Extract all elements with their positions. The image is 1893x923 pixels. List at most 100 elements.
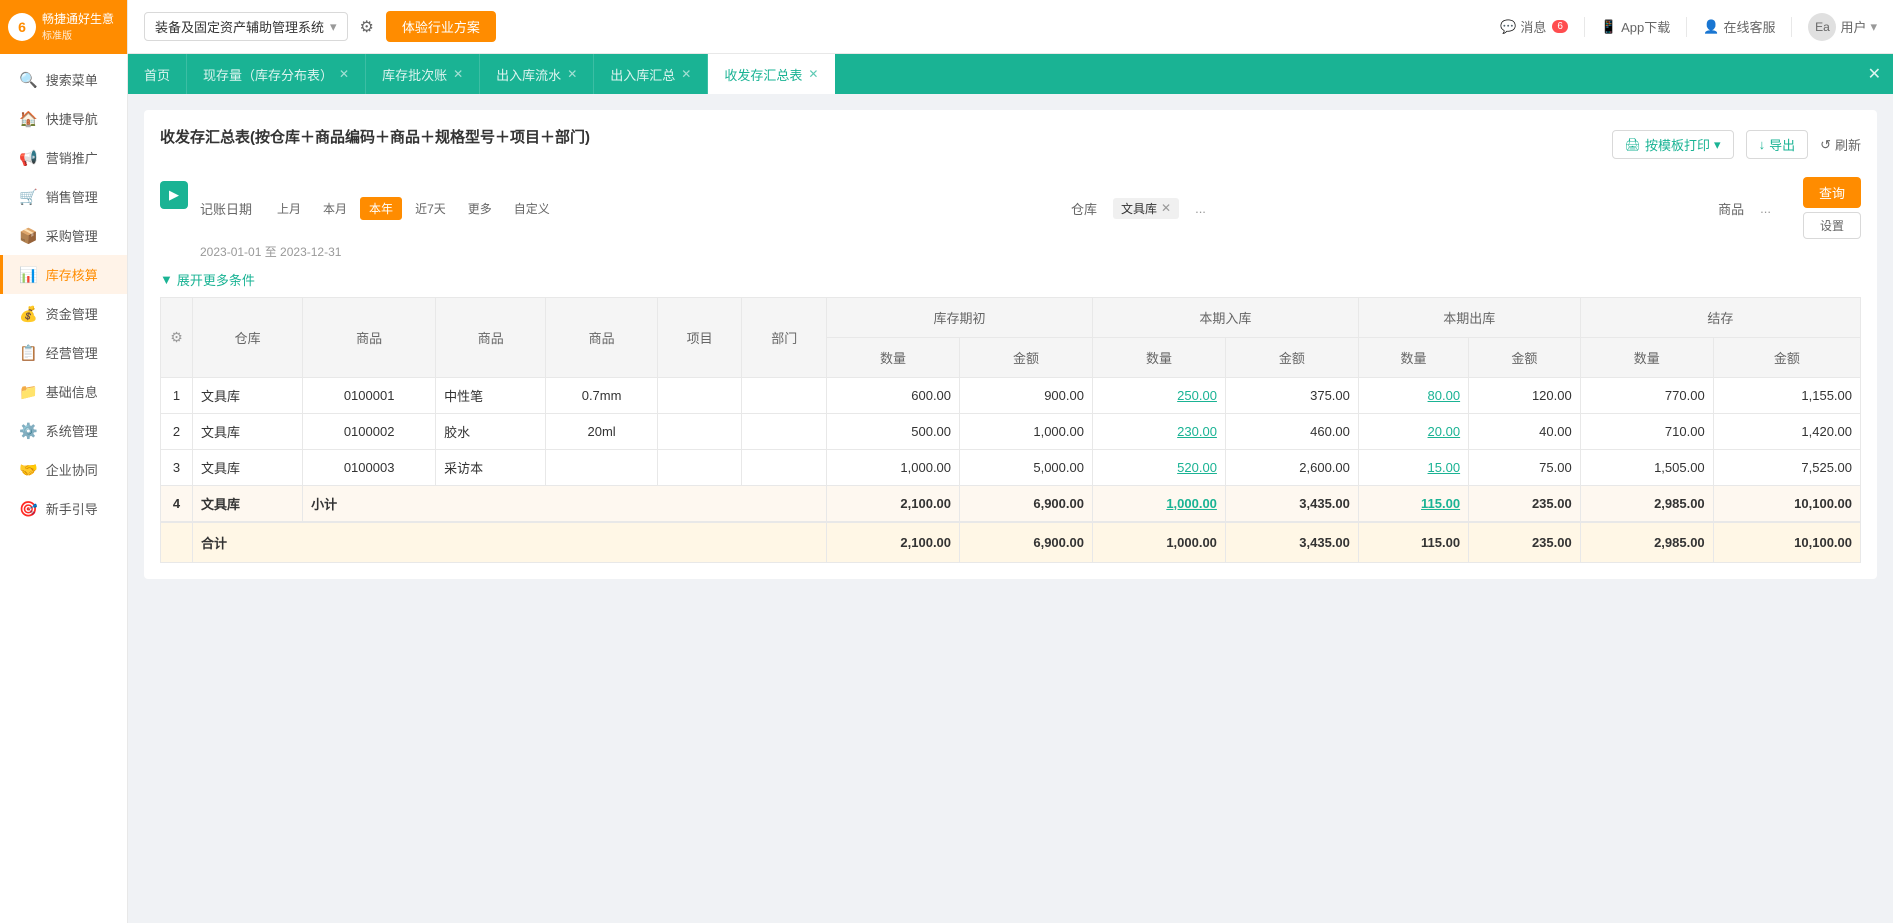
sidebar-item-search[interactable]: 🔍 搜索菜单 <box>0 60 127 99</box>
cell-in-qty[interactable]: 250.00 <box>1092 378 1225 414</box>
setting-btn[interactable]: 设置 <box>1803 212 1861 239</box>
cell-in-qty[interactable]: 230.00 <box>1092 414 1225 450</box>
export-btn[interactable]: ↓ 导出 <box>1746 130 1809 159</box>
guide-icon: 🎯 <box>19 500 38 518</box>
sidebar-item-inventory[interactable]: 📊 库存核算 <box>0 255 127 294</box>
tab-batch-account-label: 库存批次账 <box>382 65 447 84</box>
sidebar-item-purchase[interactable]: 📦 采购管理 <box>0 216 127 255</box>
cell-balance-qty: 770.00 <box>1580 378 1713 414</box>
refresh-btn[interactable]: ↺ 刷新 <box>1820 135 1861 154</box>
th-out-amt: 金额 <box>1469 338 1581 378</box>
filter-toggle-btn[interactable]: ▶ <box>160 181 188 209</box>
sub-opening-amt: 6,900.00 <box>960 486 1093 523</box>
page-content: 收发存汇总表(按仓库＋商品编码＋商品＋规格型号＋项目＋部门) 🖨 按模板打印 ▾… <box>128 94 1893 923</box>
warehouse-tag-close[interactable]: ✕ <box>1161 201 1171 215</box>
sidebar-item-label: 搜索菜单 <box>46 70 98 89</box>
total-serial <box>161 522 193 563</box>
tabs-close-all[interactable]: ✕ <box>1856 64 1893 84</box>
date-label: 记账日期 <box>200 199 252 218</box>
app-download-btn[interactable]: 📱 App下载 <box>1601 17 1670 36</box>
date-btn-this-month[interactable]: 本月 <box>314 197 356 220</box>
cell-name: 中性笔 <box>436 378 546 414</box>
tab-home-label: 首页 <box>144 65 170 84</box>
th-opening-qty: 数量 <box>827 338 960 378</box>
query-btn[interactable]: 查询 <box>1803 177 1861 208</box>
tab-batch-account-close[interactable]: ✕ <box>453 67 463 81</box>
finance-icon: 💰 <box>19 305 38 323</box>
sidebar-item-label: 企业协同 <box>46 460 98 479</box>
tab-receive-summary[interactable]: 收发存汇总表 ✕ <box>708 54 835 94</box>
sidebar-item-system[interactable]: ⚙️ 系统管理 <box>0 411 127 450</box>
search-icon: 🔍 <box>19 71 38 89</box>
tab-inventory-dist[interactable]: 现存量（库存分布表） ✕ <box>187 54 366 94</box>
table-row: 3 文具库 0100003 采访本 1,000.00 5,000.00 520.… <box>161 450 1861 486</box>
sidebar-item-enterprise[interactable]: 🤝 企业协同 <box>0 450 127 489</box>
th-in-qty: 数量 <box>1092 338 1225 378</box>
th-code: 商品 <box>303 298 436 378</box>
warehouse-more-btn[interactable]: ... <box>1195 201 1206 216</box>
date-btn-7days[interactable]: 近7天 <box>406 197 455 220</box>
service-btn[interactable]: 👤 在线客服 <box>1703 17 1775 36</box>
cell-spec: 0.7mm <box>546 378 658 414</box>
cell-dept <box>742 450 827 486</box>
th-out-qty: 数量 <box>1358 338 1468 378</box>
app-icon: 📱 <box>1601 19 1617 35</box>
th-balance-amt: 金额 <box>1713 338 1860 378</box>
try-btn[interactable]: 体验行业方案 <box>386 11 496 42</box>
cell-out-qty[interactable]: 15.00 <box>1358 450 1468 486</box>
sidebar-item-quick-nav[interactable]: 🏠 快捷导航 <box>0 99 127 138</box>
cell-out-qty[interactable]: 20.00 <box>1358 414 1468 450</box>
tab-summary[interactable]: 出入库汇总 ✕ <box>594 54 708 94</box>
settings-icon[interactable]: ⚙ <box>360 17 374 37</box>
tab-batch-account[interactable]: 库存批次账 ✕ <box>366 54 480 94</box>
sidebar-item-marketing[interactable]: 📢 营销推广 <box>0 138 127 177</box>
logo-icon: 6 <box>8 13 36 41</box>
sidebar-item-finance[interactable]: 💰 资金管理 <box>0 294 127 333</box>
sub-out-qty[interactable]: 115.00 <box>1358 486 1468 523</box>
filter-row-1: 记账日期 上月 本月 本年 近7天 更多 自定义 仓库 文具库 <box>200 177 1861 239</box>
col-settings-icon[interactable]: ⚙ <box>170 329 183 345</box>
table-row: 2 文具库 0100002 胶水 20ml 500.00 1,000.00 23… <box>161 414 1861 450</box>
tab-receive-summary-close[interactable]: ✕ <box>808 67 818 81</box>
tab-summary-close[interactable]: ✕ <box>681 67 691 81</box>
table-wrap: ⚙ 仓库 商品 商品 商品 项目 部门 库存期初 本期入库 本期出库 结存 <box>160 297 1861 563</box>
cell-in-amt: 375.00 <box>1225 378 1358 414</box>
tab-flow[interactable]: 出入库流水 ✕ <box>480 54 594 94</box>
date-btn-last-month[interactable]: 上月 <box>268 197 310 220</box>
print-btn[interactable]: 🖨 按模板打印 ▾ <box>1612 130 1734 159</box>
date-btn-this-year[interactable]: 本年 <box>360 197 402 220</box>
date-btn-more[interactable]: 更多 <box>459 197 501 220</box>
cell-out-qty[interactable]: 80.00 <box>1358 378 1468 414</box>
filter-area: ▶ 记账日期 上月 本月 本年 近7天 更多 自定义 仓库 <box>160 177 1861 260</box>
th-group-in: 本期入库 <box>1092 298 1358 338</box>
date-btn-custom[interactable]: 自定义 <box>505 197 559 220</box>
cell-opening-amt: 5,000.00 <box>960 450 1093 486</box>
system-selector[interactable]: 装备及固定资产辅助管理系统 ▾ <box>144 12 348 41</box>
total-in-amt: 3,435.00 <box>1225 522 1358 563</box>
inventory-icon: 📊 <box>19 266 38 284</box>
tab-flow-close[interactable]: ✕ <box>567 67 577 81</box>
sub-in-qty[interactable]: 1,000.00 <box>1092 486 1225 523</box>
cell-in-qty[interactable]: 520.00 <box>1092 450 1225 486</box>
service-label: 在线客服 <box>1723 17 1775 36</box>
sidebar-item-basic-info[interactable]: 📁 基础信息 <box>0 372 127 411</box>
total-label: 合计 <box>193 522 827 563</box>
message-btn[interactable]: 💬 消息 6 <box>1500 17 1568 36</box>
user-btn[interactable]: Ea 用户 ▾ <box>1808 13 1877 41</box>
subtotal-row: 4 文具库 小计 2,100.00 6,900.00 1,000.00 3,43… <box>161 486 1861 523</box>
print-chevron-icon: ▾ <box>1714 137 1721 153</box>
th-dept: 部门 <box>742 298 827 378</box>
cell-warehouse: 文具库 <box>193 378 303 414</box>
divider3 <box>1791 17 1792 37</box>
sidebar-item-sales[interactable]: 🛒 销售管理 <box>0 177 127 216</box>
sidebar-item-guide[interactable]: 🎯 新手引导 <box>0 489 127 528</box>
tab-inventory-dist-close[interactable]: ✕ <box>339 67 349 81</box>
sidebar-item-operations[interactable]: 📋 经营管理 <box>0 333 127 372</box>
goods-more-btn[interactable]: ... <box>1760 201 1771 216</box>
tab-home[interactable]: 首页 <box>128 54 187 94</box>
operations-icon: 📋 <box>19 344 38 362</box>
total-opening-qty: 2,100.00 <box>827 522 960 563</box>
warehouse-label: 仓库 <box>1071 199 1097 218</box>
cell-out-amt: 40.00 <box>1469 414 1581 450</box>
expand-more-btn[interactable]: ▼ 展开更多条件 <box>160 270 1861 289</box>
